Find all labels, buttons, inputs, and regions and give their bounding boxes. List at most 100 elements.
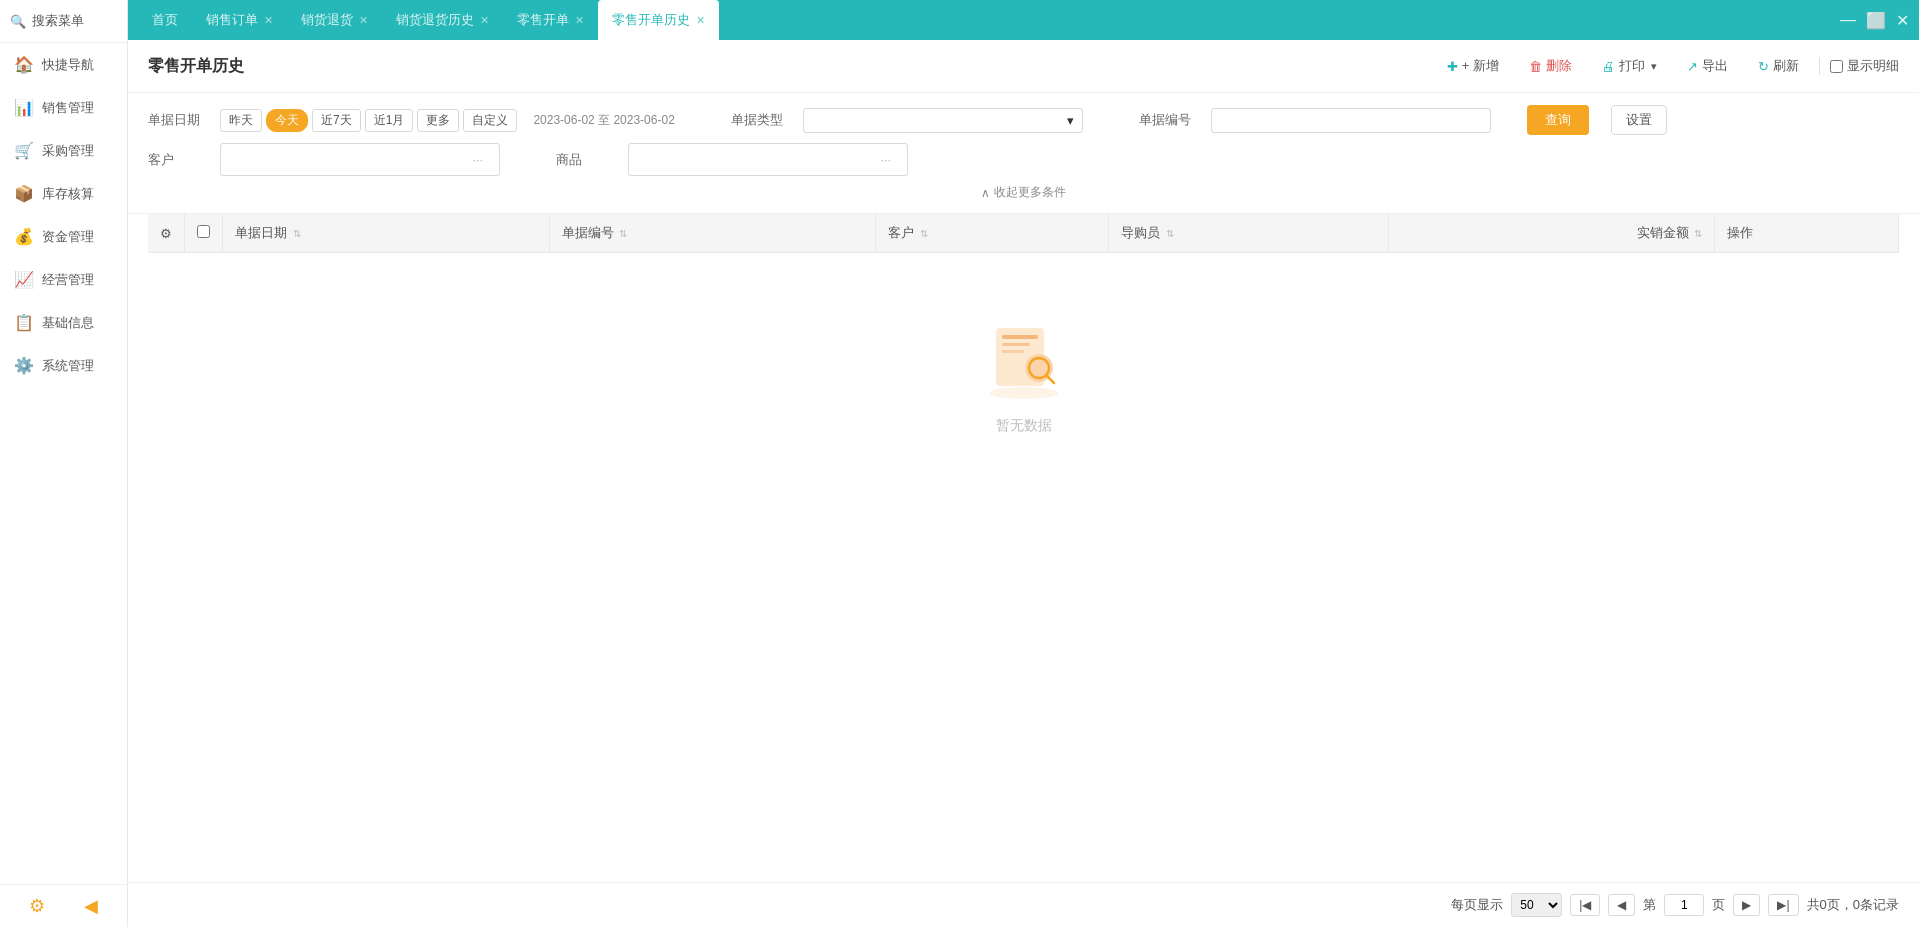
tab-retail-open-close[interactable]: ✕ [575,14,584,27]
sys-icon: ⚙️ [14,356,34,375]
tab-sales-order-close[interactable]: ✕ [264,14,273,27]
delete-button[interactable]: 🗑 删除 [1519,52,1582,80]
th-check[interactable] [185,214,223,253]
tab-retail-open-label: 零售开单 [517,11,569,29]
toolbar: ✚ + 新增 🗑 删除 🖨 打印 ↗ 导出 ↻ 刷新 [1437,52,1899,80]
first-page-btn[interactable]: |◀ [1570,894,1600,916]
sidebar-item-purchase-mgmt[interactable]: 🛒 采购管理 [0,129,127,172]
tab-sales-return-history-close[interactable]: ✕ [480,14,489,27]
sidebar-item-sales-mgmt[interactable]: 📊 销售管理 [0,86,127,129]
sidebar-item-label: 基础信息 [42,314,94,332]
home-icon: 🏠 [14,55,34,74]
sidebar-item-inventory[interactable]: 📦 库存核算 [0,172,127,215]
custom-date-btn[interactable]: 自定义 [463,109,517,132]
th-amount[interactable]: 实销金额 ⇅ [1388,214,1715,253]
page-header: 零售开单历史 ✚ + 新增 🗑 删除 🖨 打印 ↗ 导出 [128,40,1919,93]
display-detail-check[interactable]: 显示明细 [1830,57,1899,75]
th-settings[interactable]: ⚙ [148,214,185,253]
operations-icon: 📈 [14,270,34,289]
date-label: 单据日期 [148,111,204,129]
sidebar-item-operations[interactable]: 📈 经营管理 [0,258,127,301]
svg-rect-3 [1002,343,1030,346]
maximize-icon[interactable]: ⬜ [1866,11,1886,30]
page-label: 第 [1643,896,1656,914]
last-page-btn[interactable]: ▶| [1768,894,1798,916]
minus-icon[interactable]: — [1840,11,1856,29]
display-detail-checkbox[interactable] [1830,60,1843,73]
tab-home[interactable]: 首页 [138,0,192,40]
query-button[interactable]: 查询 [1527,105,1589,135]
export-button[interactable]: ↗ 导出 [1677,52,1738,80]
doc-no-label: 单据编号 [1139,111,1195,129]
tab-retail-open-history-label: 零售开单历史 [612,11,690,29]
svg-rect-2 [1002,335,1038,339]
more-date-btn[interactable]: 更多 [417,109,459,132]
sidebar-item-finance[interactable]: 💰 资金管理 [0,215,127,258]
page-input[interactable] [1664,894,1704,916]
today-btn[interactable]: 今天 [266,109,308,132]
settings-icon[interactable]: ⚙ [29,895,45,917]
per-page-label: 每页显示 [1451,896,1503,914]
refresh-icon: ↻ [1758,59,1769,74]
main-area: 首页 销售订单 ✕ 销货退货 ✕ 销货退货历史 ✕ 零售开单 ✕ 零售开单历史 … [128,0,1919,927]
tab-retail-open-history[interactable]: 零售开单历史 ✕ [598,0,719,40]
search-menu-btn[interactable]: 🔍 搜索菜单 [0,0,127,43]
sidebar-item-label: 快捷导航 [42,56,94,74]
empty-state: 暂无数据 [148,253,1899,495]
refresh-button[interactable]: ↻ 刷新 [1748,52,1809,80]
goods-field[interactable] [637,152,872,167]
per-page-select[interactable]: 50 100 200 [1511,893,1562,917]
th-guide[interactable]: 导购员 ⇅ [1108,214,1388,253]
filter-row-2: 客户 ··· 商品 ··· [148,143,1899,176]
sidebar-item-label: 库存核算 [42,185,94,203]
customer-input[interactable]: ··· [220,143,500,176]
select-all-checkbox[interactable] [197,225,210,238]
th-date[interactable]: 单据日期 ⇅ [223,214,550,253]
filter-date-btns: 昨天 今天 近7天 近1月 更多 自定义 [220,109,517,132]
doc-type-select[interactable]: ▾ [803,108,1083,133]
th-no[interactable]: 单据编号 ⇅ [549,214,876,253]
customer-ellipsis-icon[interactable]: ··· [464,148,491,171]
tab-sales-return-history[interactable]: 销货退货历史 ✕ [382,0,503,40]
next-page-btn[interactable]: ▶ [1733,894,1760,916]
sidebar-item-label: 系统管理 [42,357,94,375]
sidebar-menu: 🏠 快捷导航 📊 销售管理 🛒 采购管理 📦 库存核算 💰 资金管理 📈 经营管… [0,43,127,884]
print-button[interactable]: 🖨 打印 [1592,52,1667,80]
collapse-sidebar-icon[interactable]: ◀ [84,895,98,917]
week-btn[interactable]: 近7天 [312,109,361,132]
filter-row-1: 单据日期 昨天 今天 近7天 近1月 更多 自定义 2023-06-02 至 2… [148,105,1899,135]
sort-no-icon: ⇅ [619,228,627,239]
collapse-btn[interactable]: ∧ 收起更多条件 [148,184,1899,201]
tab-sales-return-close[interactable]: ✕ [359,14,368,27]
yesterday-btn[interactable]: 昨天 [220,109,262,132]
sidebar-item-quick-nav[interactable]: 🏠 快捷导航 [0,43,127,86]
prev-page-btn[interactable]: ◀ [1608,894,1635,916]
display-detail-label: 显示明细 [1847,57,1899,75]
close-window-icon[interactable]: ✕ [1896,11,1909,30]
tab-sales-order[interactable]: 销售订单 ✕ [192,0,287,40]
chevron-down-icon: ▾ [1067,113,1074,128]
export-label: 导出 [1702,57,1728,75]
goods-ellipsis-icon[interactable]: ··· [872,148,899,171]
tab-home-label: 首页 [152,11,178,29]
th-customer[interactable]: 客户 ⇅ [876,214,1109,253]
add-button[interactable]: ✚ + 新增 [1437,52,1509,80]
tab-retail-open-history-close[interactable]: ✕ [696,14,705,27]
sidebar-item-base-info[interactable]: 📋 基础信息 [0,301,127,344]
toolbar-divider [1819,57,1820,75]
sidebar-item-sys-mgmt[interactable]: ⚙️ 系统管理 [0,344,127,387]
tab-retail-open[interactable]: 零售开单 ✕ [503,0,598,40]
tab-sales-order-label: 销售订单 [206,11,258,29]
base-info-icon: 📋 [14,313,34,332]
goods-input[interactable]: ··· [628,143,908,176]
customer-label: 客户 [148,151,204,169]
month-btn[interactable]: 近1月 [365,109,414,132]
sidebar-item-label: 经营管理 [42,271,94,289]
customer-field[interactable] [229,152,464,167]
filter-area: 单据日期 昨天 今天 近7天 近1月 更多 自定义 2023-06-02 至 2… [128,93,1919,214]
settings-button[interactable]: 设置 [1611,105,1667,135]
finance-icon: 💰 [14,227,34,246]
tab-sales-return[interactable]: 销货退货 ✕ [287,0,382,40]
doc-no-input[interactable] [1211,108,1491,133]
add-label: + 新增 [1462,57,1499,75]
